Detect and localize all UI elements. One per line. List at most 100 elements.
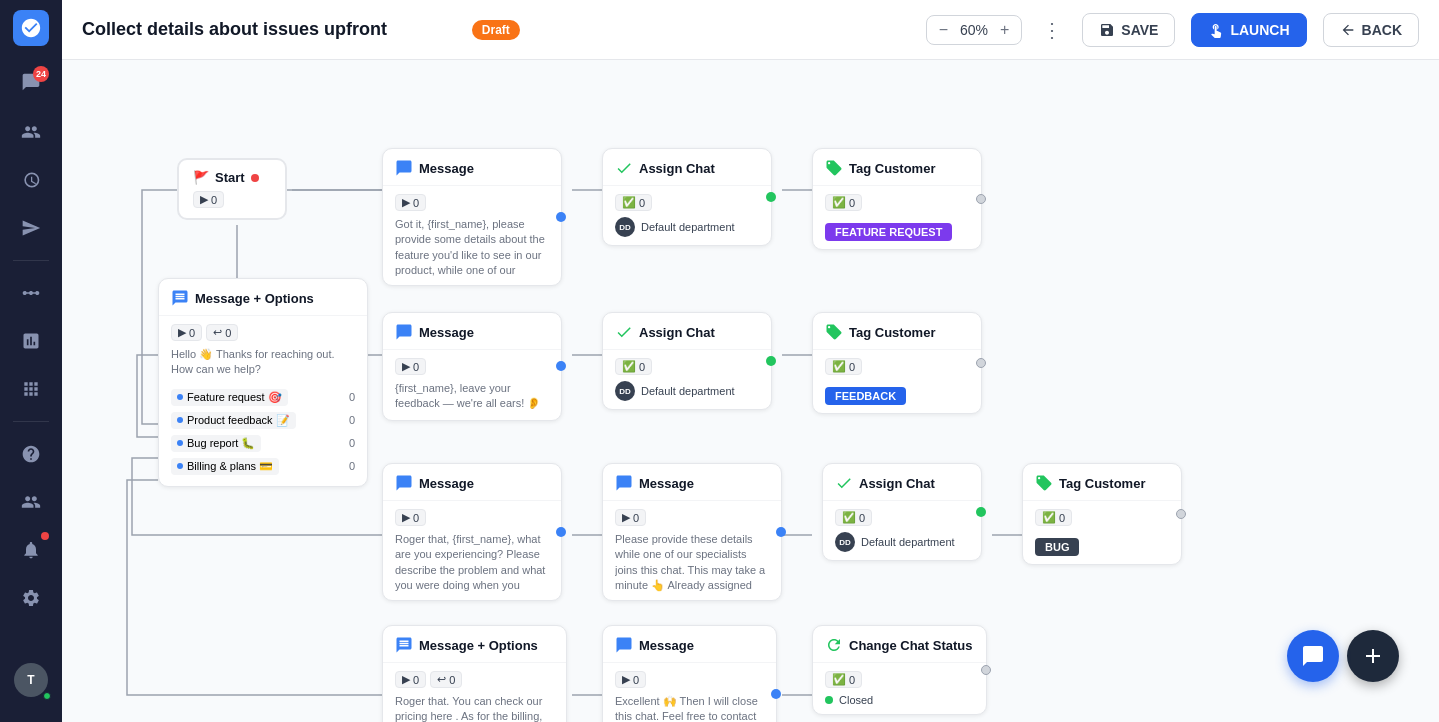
right-connector — [766, 192, 776, 202]
option-dot — [177, 394, 183, 400]
app-logo[interactable] — [13, 10, 49, 46]
node-body: ▶ 0 Excellent 🙌 Then I will close this c… — [603, 663, 776, 722]
chat-support-button[interactable] — [1287, 630, 1339, 682]
node-counts: ▶ 0 ↩ 0 — [171, 324, 355, 341]
node-header: Tag Customer — [813, 149, 981, 186]
node-header: Assign Chat — [603, 149, 771, 186]
start-flag: 🚩 — [193, 170, 209, 185]
launch-button[interactable]: LAUNCH — [1191, 13, 1306, 47]
count-badge: ✅ 0 — [835, 509, 872, 526]
message-label: Message — [419, 325, 474, 340]
right-connector — [556, 361, 566, 371]
tag-icon — [825, 159, 843, 177]
sidebar-item-history[interactable] — [9, 158, 53, 202]
save-label: SAVE — [1121, 22, 1158, 38]
zoom-in-button[interactable]: + — [1000, 22, 1009, 38]
dept-avatar: DD — [615, 381, 635, 401]
right-connector — [776, 527, 786, 537]
node-body: ▶ 0 ↩ 0 Roger that. You can check our pr… — [383, 663, 566, 722]
draft-badge: Draft — [472, 20, 520, 40]
zoom-out-button[interactable]: − — [939, 22, 948, 38]
tag-value: BUG — [1035, 538, 1079, 556]
node-header: Message — [383, 313, 561, 350]
sidebar-item-settings[interactable] — [9, 576, 53, 620]
start-node[interactable]: 🚩 Start ▶ 0 — [177, 158, 287, 220]
option-label-1: Feature request 🎯 — [171, 389, 288, 406]
node-text: Hello 👋 Thanks for reaching out. How can… — [171, 347, 355, 378]
message-node-row3-2[interactable]: Message ▶ 0 Please provide these details… — [602, 463, 782, 601]
assign-icon — [615, 159, 633, 177]
change-status-node-row4[interactable]: Change Chat Status ✅ 0 Closed — [812, 625, 987, 715]
option-dot — [177, 463, 183, 469]
sidebar-item-modules[interactable] — [9, 367, 53, 411]
sidebar-item-reports[interactable] — [9, 319, 53, 363]
node-header: Change Chat Status — [813, 626, 986, 663]
count-badge: ▶ 0 — [615, 671, 646, 688]
node-body: ✅ 0 DD Default department — [603, 186, 771, 245]
node-body: ✅ 0 BUG — [1023, 501, 1181, 564]
assign-icon — [615, 323, 633, 341]
main-content: Collect details about issues upfront Dra… — [62, 0, 1439, 722]
message-options-label: Message + Options — [195, 291, 314, 306]
assign-chat-node-row1[interactable]: Assign Chat ✅ 0 DD Default department — [602, 148, 772, 246]
node-body: ▶ 0 {first_name}, leave your feedback — … — [383, 350, 561, 420]
node-text: {first_name}, leave your feedback — we'r… — [395, 381, 549, 412]
sidebar-item-chat[interactable]: 24 — [9, 62, 53, 106]
add-node-button[interactable] — [1347, 630, 1399, 682]
right-connector — [1176, 509, 1186, 519]
tag-customer-node-row1[interactable]: Tag Customer ✅ 0 FEATURE REQUEST — [812, 148, 982, 250]
send-count: ▶ 0 — [395, 671, 426, 688]
message-node-row4[interactable]: Message ▶ 0 Excellent 🙌 Then I will clos… — [602, 625, 777, 722]
sidebar-item-send[interactable] — [9, 206, 53, 250]
sidebar-item-avatar[interactable]: T — [9, 658, 53, 702]
tag-customer-node-row3[interactable]: Tag Customer ✅ 0 BUG — [1022, 463, 1182, 565]
node-text: Roger that. You can check our pricing he… — [395, 694, 554, 722]
save-icon — [1099, 22, 1115, 38]
node-header: Message + Options — [159, 279, 367, 316]
message-options-node-row4[interactable]: Message + Options ▶ 0 ↩ 0 Roger that. Yo… — [382, 625, 567, 722]
message-node-row3-1[interactable]: Message ▶ 0 Roger that, {first_name}, wh… — [382, 463, 562, 601]
message-icon — [395, 474, 413, 492]
count-badge: ✅ 0 — [615, 194, 652, 211]
assign-icon — [835, 474, 853, 492]
notification-dot — [41, 532, 49, 540]
workflow-canvas[interactable]: 🚩 Start ▶ 0 Message + Options — [62, 60, 1439, 722]
sidebar-item-beta[interactable] — [9, 271, 53, 315]
sidebar-item-notifications[interactable] — [9, 528, 53, 572]
node-header: Message — [383, 464, 561, 501]
more-options-button[interactable]: ⋮ — [1038, 14, 1066, 46]
right-connector — [771, 689, 781, 699]
count-badge: ▶ 0 — [395, 509, 426, 526]
back-icon — [1340, 22, 1356, 38]
message-icon — [615, 636, 633, 654]
user-avatar: T — [14, 663, 48, 697]
chat-badge: 24 — [33, 66, 49, 82]
change-status-icon — [825, 636, 843, 654]
tag-customer-node-row2[interactable]: Tag Customer ✅ 0 FEEDBACK — [812, 312, 982, 414]
tag-value: FEATURE REQUEST — [825, 223, 952, 241]
assign-label: Assign Chat — [859, 476, 935, 491]
back-button[interactable]: BACK — [1323, 13, 1419, 47]
start-count: ▶ 0 — [193, 191, 224, 208]
message-node-row1[interactable]: Message ▶ 0 Got it, {first_name}, please… — [382, 148, 562, 286]
message-label: Message — [639, 476, 694, 491]
option-dot — [177, 417, 183, 423]
node-body: ✅ 0 FEEDBACK — [813, 350, 981, 413]
node-header: Assign Chat — [603, 313, 771, 350]
message-options-node-main[interactable]: Message + Options ▶ 0 ↩ 0 Hello 👋 Thanks… — [158, 278, 368, 487]
right-connector — [556, 527, 566, 537]
message-options-icon — [171, 289, 189, 307]
save-button[interactable]: SAVE — [1082, 13, 1175, 47]
right-connector — [556, 212, 566, 222]
message-node-row2[interactable]: Message ▶ 0 {first_name}, leave your fee… — [382, 312, 562, 421]
options-list: Feature request 🎯 0 Product feedback 📝 0 — [171, 386, 355, 478]
count-badge: ✅ 0 — [1035, 509, 1072, 526]
node-header: Assign Chat — [823, 464, 981, 501]
sidebar-item-contacts[interactable] — [9, 110, 53, 154]
sidebar-item-team[interactable] — [9, 480, 53, 524]
option-dot — [177, 440, 183, 446]
sidebar-item-help[interactable] — [9, 432, 53, 476]
assign-chat-node-row3[interactable]: Assign Chat ✅ 0 DD Default department — [822, 463, 982, 561]
assign-chat-node-row2[interactable]: Assign Chat ✅ 0 DD Default department — [602, 312, 772, 410]
count-badge: ✅ 0 — [825, 358, 862, 375]
